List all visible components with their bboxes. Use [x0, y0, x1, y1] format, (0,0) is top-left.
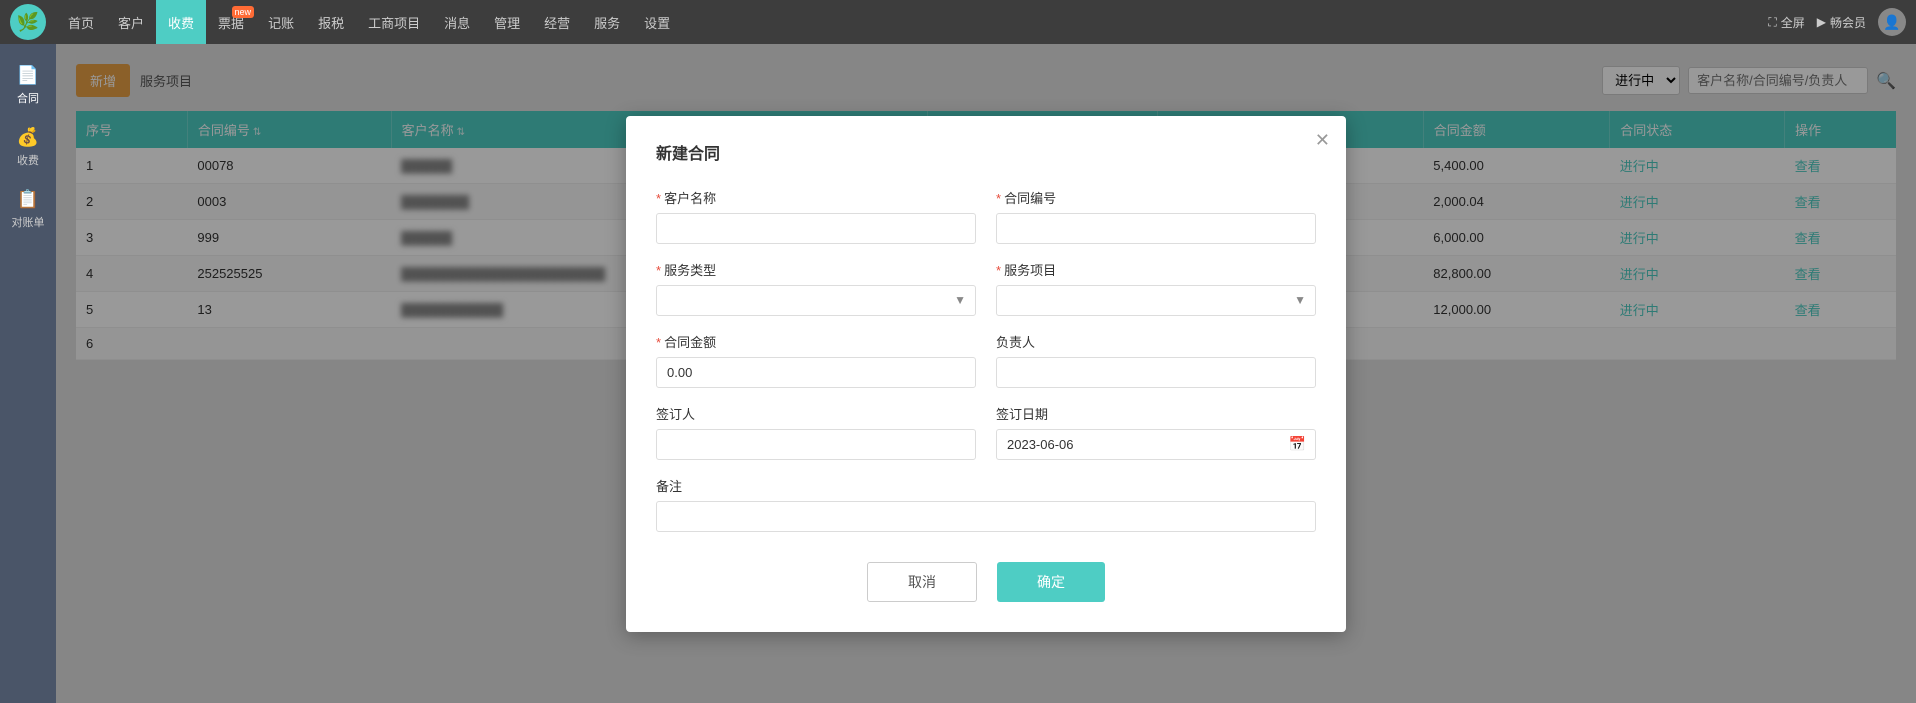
field-signer: 签订人 [656, 404, 976, 460]
nav-home[interactable]: 首页 [56, 0, 106, 44]
service-type-input[interactable] [656, 285, 976, 316]
contract-amount-label: *合同金额 [656, 332, 976, 351]
new-contract-modal: 新建合同 ✕ *客户名称 *合同编号 [626, 116, 1346, 632]
new-badge: new [232, 6, 255, 18]
customer-name-label: *客户名称 [656, 188, 976, 207]
nav-business[interactable]: 工商项目 [356, 0, 432, 44]
responsible-person-label: 负责人 [996, 332, 1316, 351]
field-customer-name: *客户名称 [656, 188, 976, 244]
main-layout: 📄 合同 💰 收费 📋 对账单 新增 服务项目 进行中 已完成 已终止 🔍 [0, 44, 1916, 703]
nav-right: ⛶ 全屏 ▶ 畅会员 👤 [1768, 8, 1906, 36]
customer-name-input[interactable] [656, 213, 976, 244]
service-type-wrapper: ▼ [656, 285, 976, 316]
service-item-input[interactable] [996, 285, 1316, 316]
nav-invoice[interactable]: 票据 new [206, 0, 256, 44]
nav-settings[interactable]: 设置 [632, 0, 682, 44]
sign-date-label: 签订日期 [996, 404, 1316, 423]
field-responsible-person: 负责人 [996, 332, 1316, 388]
sign-date-input[interactable] [996, 429, 1316, 460]
remark-input[interactable] [656, 501, 1316, 532]
cancel-button[interactable]: 取消 [867, 562, 977, 602]
contract-no-label: *合同编号 [996, 188, 1316, 207]
service-item-label: *服务项目 [996, 260, 1316, 279]
field-remark: 备注 [656, 476, 1316, 532]
confirm-button[interactable]: 确定 [997, 562, 1105, 602]
content-area: 新增 服务项目 进行中 已完成 已终止 🔍 序号 合同编号⇅ 客户名称⇅ 服务项… [56, 44, 1916, 703]
field-service-item: *服务项目 ▼ [996, 260, 1316, 316]
statement-icon: 📋 [17, 188, 39, 210]
logo-icon: 🌿 [10, 4, 46, 40]
field-service-type: *服务类型 ▼ [656, 260, 976, 316]
member-btn[interactable]: ▶ 畅会员 [1817, 14, 1866, 31]
fullscreen-btn[interactable]: ⛶ 全屏 [1768, 14, 1804, 31]
nav-tax[interactable]: 报税 [306, 0, 356, 44]
nav-items: 首页 客户 收费 票据 new 记账 报税 工商项目 消息 管理 经营 [56, 0, 1768, 44]
field-contract-no: *合同编号 [996, 188, 1316, 244]
service-item-wrapper: ▼ [996, 285, 1316, 316]
sidebar: 📄 合同 💰 收费 📋 对账单 [0, 44, 56, 703]
modal-overlay: 新建合同 ✕ *客户名称 *合同编号 [56, 44, 1916, 703]
sidebar-item-fee[interactable]: 💰 收费 [0, 116, 56, 178]
signer-label: 签订人 [656, 404, 976, 423]
nav-service[interactable]: 服务 [582, 0, 632, 44]
field-contract-amount: *合同金额 [656, 332, 976, 388]
modal-close-button[interactable]: ✕ [1315, 130, 1330, 151]
modal-title: 新建合同 [656, 140, 1316, 164]
field-sign-date: 签订日期 📅 [996, 404, 1316, 460]
nav-customer[interactable]: 客户 [106, 0, 156, 44]
nav-bookkeeping[interactable]: 记账 [256, 0, 306, 44]
responsible-person-input[interactable] [996, 357, 1316, 388]
sidebar-item-statement[interactable]: 📋 对账单 [0, 178, 56, 240]
form-grid: *客户名称 *合同编号 *服务类型 [656, 188, 1316, 532]
sign-date-wrapper: 📅 [996, 429, 1316, 460]
remark-label: 备注 [656, 476, 1316, 495]
nav-manage[interactable]: 管理 [482, 0, 532, 44]
nav-message[interactable]: 消息 [432, 0, 482, 44]
contract-amount-input[interactable] [656, 357, 976, 388]
service-type-label: *服务类型 [656, 260, 976, 279]
contract-no-input[interactable] [996, 213, 1316, 244]
top-nav: 🌿 首页 客户 收费 票据 new 记账 报税 工商项目 消息 管理 [0, 0, 1916, 44]
signer-input[interactable] [656, 429, 976, 460]
nav-operation[interactable]: 经营 [532, 0, 582, 44]
fee-icon: 💰 [17, 126, 39, 148]
sidebar-item-contract[interactable]: 📄 合同 [0, 54, 56, 116]
avatar[interactable]: 👤 [1878, 8, 1906, 36]
contract-icon: 📄 [17, 64, 39, 86]
modal-footer: 取消 确定 [656, 562, 1316, 602]
nav-fee[interactable]: 收费 [156, 0, 206, 44]
